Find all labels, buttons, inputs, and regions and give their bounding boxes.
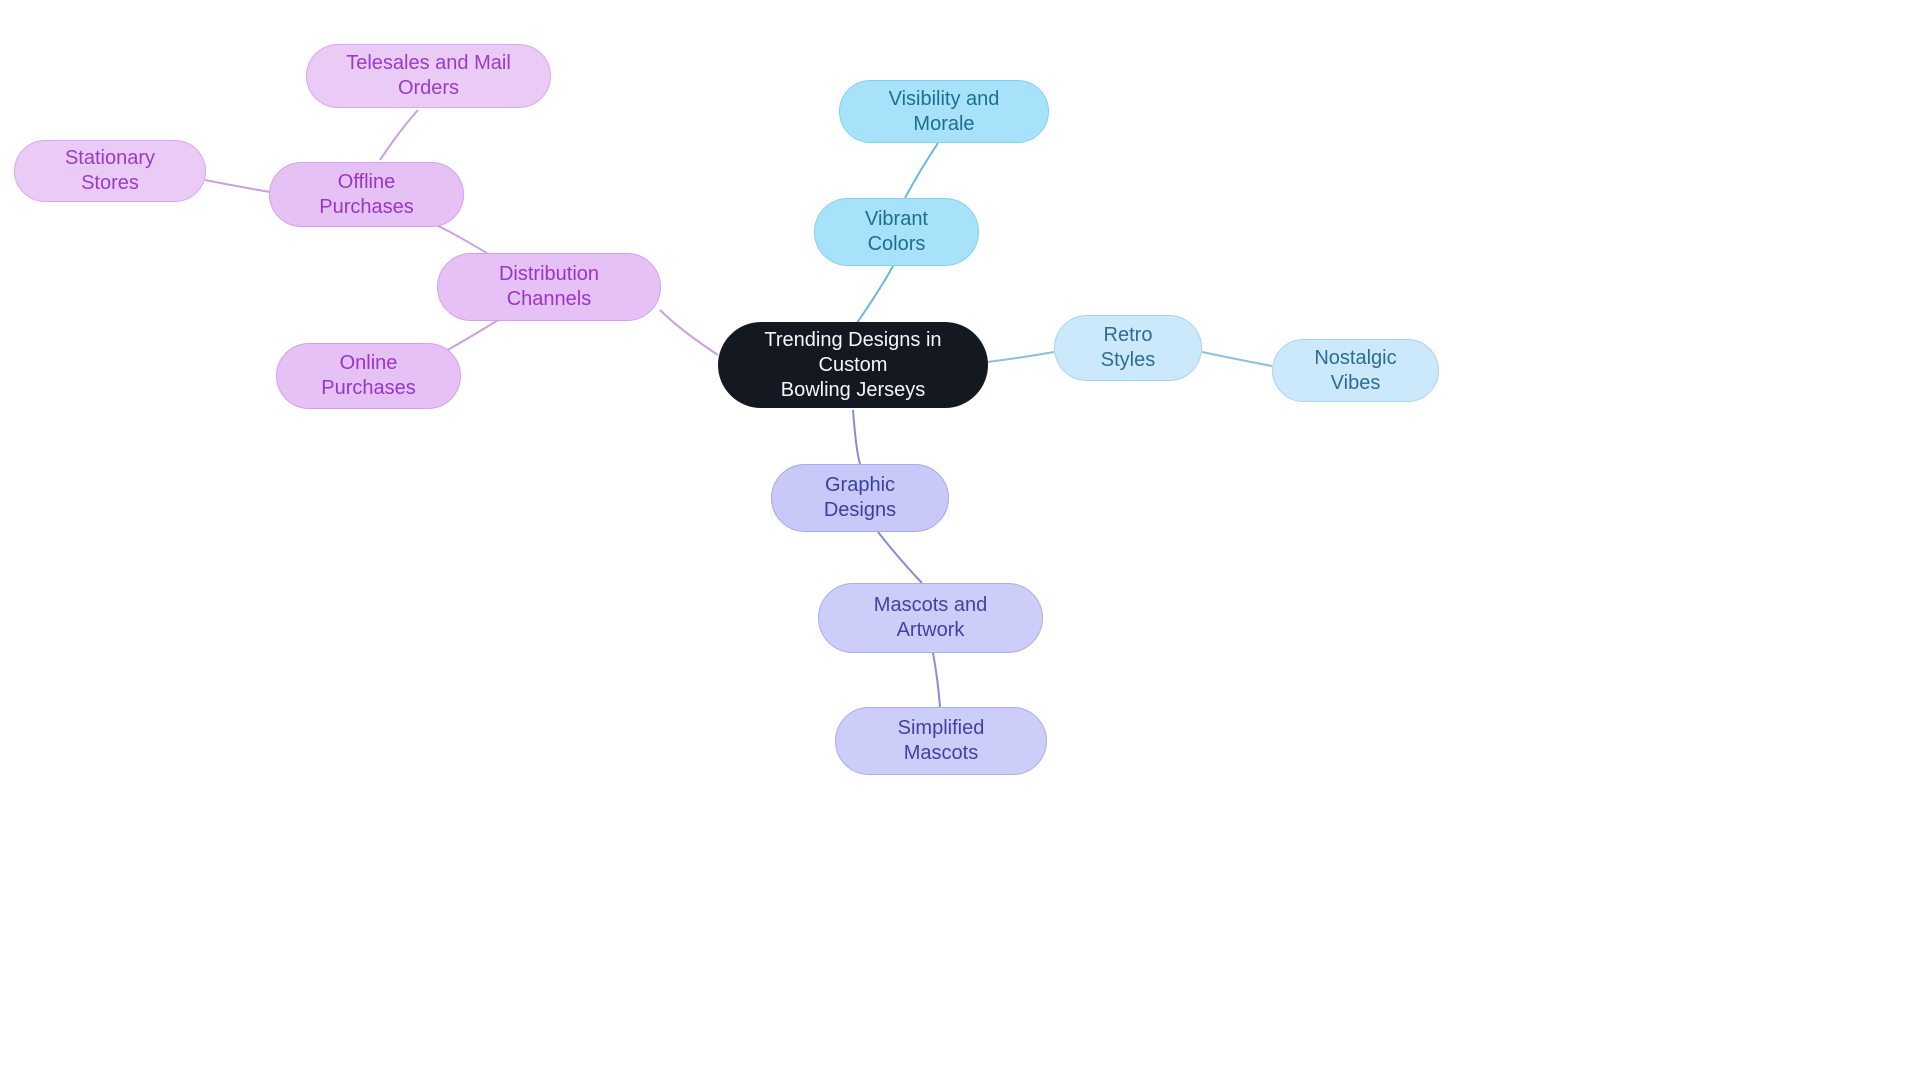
node-vibrant-colors[interactable]: Vibrant Colors: [814, 198, 979, 266]
node-distribution-channels[interactable]: Distribution Channels: [437, 253, 661, 321]
node-nostalgic-vibes[interactable]: Nostalgic Vibes: [1272, 339, 1439, 402]
node-graphic-designs[interactable]: Graphic Designs: [771, 464, 949, 532]
node-online-purchases[interactable]: Online Purchases: [276, 343, 461, 409]
node-simplified-mascots[interactable]: Simplified Mascots: [835, 707, 1047, 775]
node-stationary-stores[interactable]: Stationary Stores: [14, 140, 206, 202]
node-telesales-mail[interactable]: Telesales and Mail Orders: [306, 44, 551, 108]
node-visibility-morale[interactable]: Visibility and Morale: [839, 80, 1049, 143]
node-retro-styles[interactable]: Retro Styles: [1054, 315, 1202, 381]
node-offline-purchases[interactable]: Offline Purchases: [269, 162, 464, 227]
node-mascots-artwork[interactable]: Mascots and Artwork: [818, 583, 1043, 653]
edge-layer: [0, 0, 1920, 1083]
center-node[interactable]: Trending Designs in Custom Bowling Jerse…: [718, 322, 988, 408]
